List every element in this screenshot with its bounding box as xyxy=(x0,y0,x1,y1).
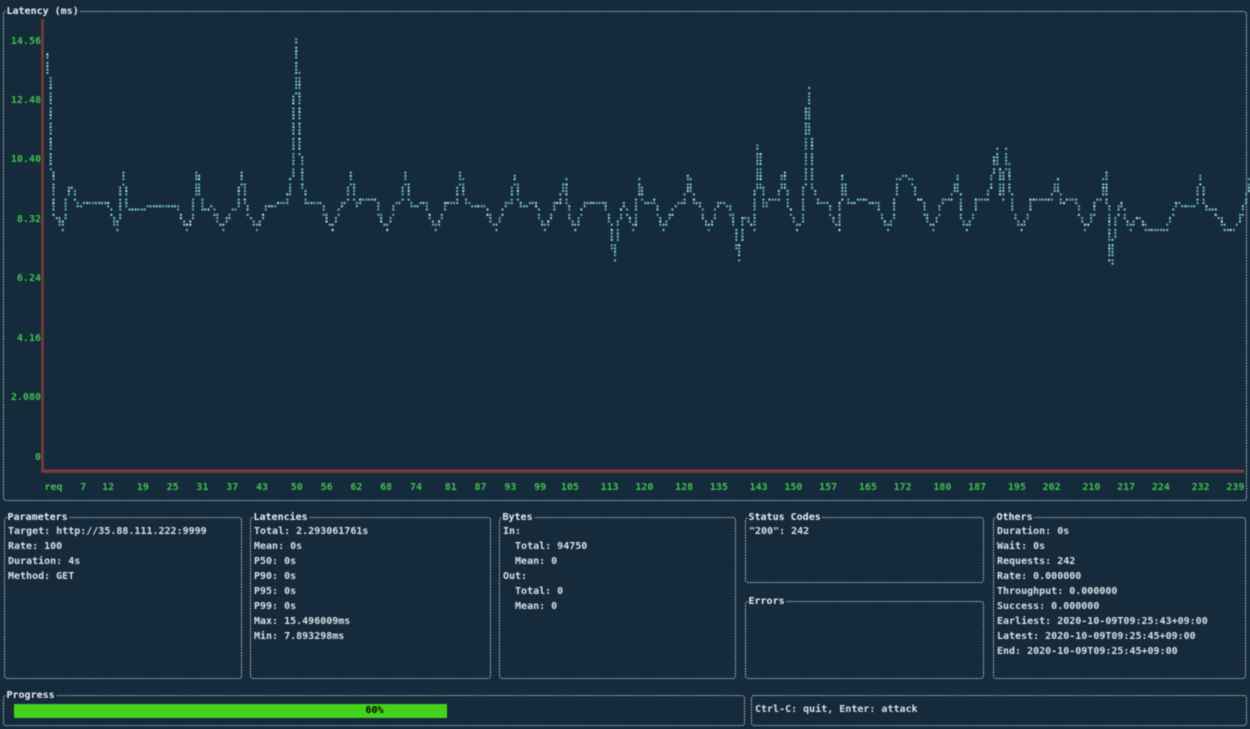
x-tick-label: 165 xyxy=(858,482,877,493)
y-tick-label: 0 xyxy=(34,451,41,463)
x-tick-label: 50 xyxy=(290,482,303,493)
latencies-line: Max: 15.496009ms xyxy=(254,615,351,627)
y-tick-label: 8.32 xyxy=(16,213,41,225)
status-codes-panel: Status Codes "200": 242 xyxy=(745,509,984,583)
errors-panel: Errors xyxy=(745,593,984,679)
bytes-title: Bytes xyxy=(501,509,534,525)
bytes-line: Total: 94750 xyxy=(503,540,588,552)
others-title: Others xyxy=(995,509,1034,525)
x-tick-label: 93 xyxy=(504,482,517,493)
x-tick-label: 217 xyxy=(1117,482,1136,493)
others-line: Requests: 242 xyxy=(997,555,1076,567)
parameters-line: Duration: 4s xyxy=(8,555,81,567)
x-tick-label: 68 xyxy=(380,482,393,493)
x-tick-label: 62 xyxy=(350,482,363,493)
x-tick-label: 113 xyxy=(600,482,619,493)
x-tick-label: 25 xyxy=(166,482,179,493)
parameters-line: Target: http://35.88.111.222:9999 xyxy=(8,525,207,537)
x-tick-label: 232 xyxy=(1191,482,1210,493)
errors-title: Errors xyxy=(747,593,786,609)
x-tick-label: 37 xyxy=(226,482,239,493)
others-line: Throughput: 0.000000 xyxy=(997,585,1118,597)
x-tick-label: 99 xyxy=(534,482,547,493)
progress-panel: Progress 60% xyxy=(3,687,745,726)
status-codes-title: Status Codes xyxy=(747,509,822,525)
x-tick-label: 128 xyxy=(675,482,694,493)
y-tick-label: 14.56 xyxy=(10,35,41,47)
parameters-line: Method: GET xyxy=(8,570,75,582)
x-tick-label: 157 xyxy=(819,482,838,493)
latencies-line: P50: 0s xyxy=(254,555,297,567)
bytes-line: Out: xyxy=(503,570,528,582)
bytes-line: Mean: 0 xyxy=(503,555,558,567)
x-tick-label: 210 xyxy=(1082,482,1101,493)
others-line: Rate: 0.000000 xyxy=(997,570,1082,582)
latency-chart-panel: Latency (ms) 14.56 12.48 10.40 8.32 6.24 4.16… xyxy=(3,3,1247,501)
latencies-title: Latencies xyxy=(252,509,309,525)
x-tick-label: 7 xyxy=(80,482,87,493)
latencies-line: Min: 7.893298ms xyxy=(254,630,345,642)
x-tick-label: 180 xyxy=(933,482,952,493)
x-tick-label: 74 xyxy=(409,482,422,493)
y-tick-label: 12.48 xyxy=(10,95,41,106)
x-tick-label: 135 xyxy=(709,482,728,493)
others-line: Wait: 0s xyxy=(997,540,1046,552)
status_codes-line: "200": 242 xyxy=(749,525,810,537)
latencies-line: Total: 2.293061761s xyxy=(254,525,369,537)
bytes-line: In: xyxy=(503,525,522,537)
y-tick-label: 2.080 xyxy=(10,392,41,404)
parameters-title: Parameters xyxy=(6,509,69,525)
x-axis-unit-label: req xyxy=(44,482,63,493)
x-tick-label: 19 xyxy=(136,482,149,493)
progress-title: Progress xyxy=(5,687,56,703)
x-tick-label: 105 xyxy=(560,482,579,493)
help-text: Ctrl-C: quit, Enter: attack xyxy=(755,704,918,715)
x-tick-label: 56 xyxy=(320,482,333,493)
others-line: Latest: 2020-10-09T09:25:45+09:00 xyxy=(997,630,1196,642)
y-tick-label: 10.40 xyxy=(10,154,41,166)
x-tick-label: 31 xyxy=(196,482,209,493)
latencies-panel: Latencies Total: 2.293061761s Mean: 0s P… xyxy=(250,509,491,679)
others-line: Earliest: 2020-10-09T09:25:43+09:00 xyxy=(997,615,1208,627)
bytes-line: Mean: 0 xyxy=(503,600,558,612)
x-tick-label: 87 xyxy=(474,482,487,493)
bytes-panel: Bytes In: Total: 94750 Mean: 0 Out: Tota… xyxy=(499,509,736,679)
others-line: Duration: 0s xyxy=(997,525,1070,537)
latencies-line: P95: 0s xyxy=(254,585,297,597)
x-tick-label: 12 xyxy=(102,482,115,493)
x-tick-label: 195 xyxy=(1007,482,1026,493)
x-tick-label: 143 xyxy=(749,482,768,493)
others-panel: Others Duration: 0s Wait: 0s Requests: 2… xyxy=(993,509,1246,679)
chart-title: Latency (ms) xyxy=(5,3,80,19)
x-tick-label: 187 xyxy=(968,482,987,493)
screen: Latency (ms) 14.56 12.48 10.40 8.32 6.24 4.16… xyxy=(0,0,1250,729)
x-tick-label: 43 xyxy=(256,482,269,493)
latencies-line: P90: 0s xyxy=(254,570,297,582)
y-tick-label: 4.16 xyxy=(16,332,41,344)
bytes-line: Total: 0 xyxy=(503,585,564,597)
x-tick-label: 172 xyxy=(893,482,912,493)
latencies-line: P99: 0s xyxy=(254,600,297,612)
progress-gauge-label: 60% xyxy=(365,704,384,716)
parameters-line: Rate: 100 xyxy=(8,540,63,552)
parameters-panel: Parameters Target: http://35.88.111.222:… xyxy=(4,509,242,679)
others-line: End: 2020-10-09T09:25:45+09:00 xyxy=(997,645,1178,657)
x-tick-label: 202 xyxy=(1042,482,1061,493)
y-tick-label: 6.24 xyxy=(16,273,41,285)
latencies-line: Mean: 0s xyxy=(254,540,303,552)
help-panel: Ctrl-C: quit, Enter: attack xyxy=(751,695,1247,726)
x-tick-label: 120 xyxy=(635,482,654,493)
x-tick-label: 81 xyxy=(444,482,457,493)
x-tick-label: 239 xyxy=(1226,482,1245,493)
others-line: Success: 0.000000 xyxy=(997,600,1100,612)
x-tick-label: 150 xyxy=(784,482,803,493)
x-tick-label: 224 xyxy=(1151,482,1170,493)
